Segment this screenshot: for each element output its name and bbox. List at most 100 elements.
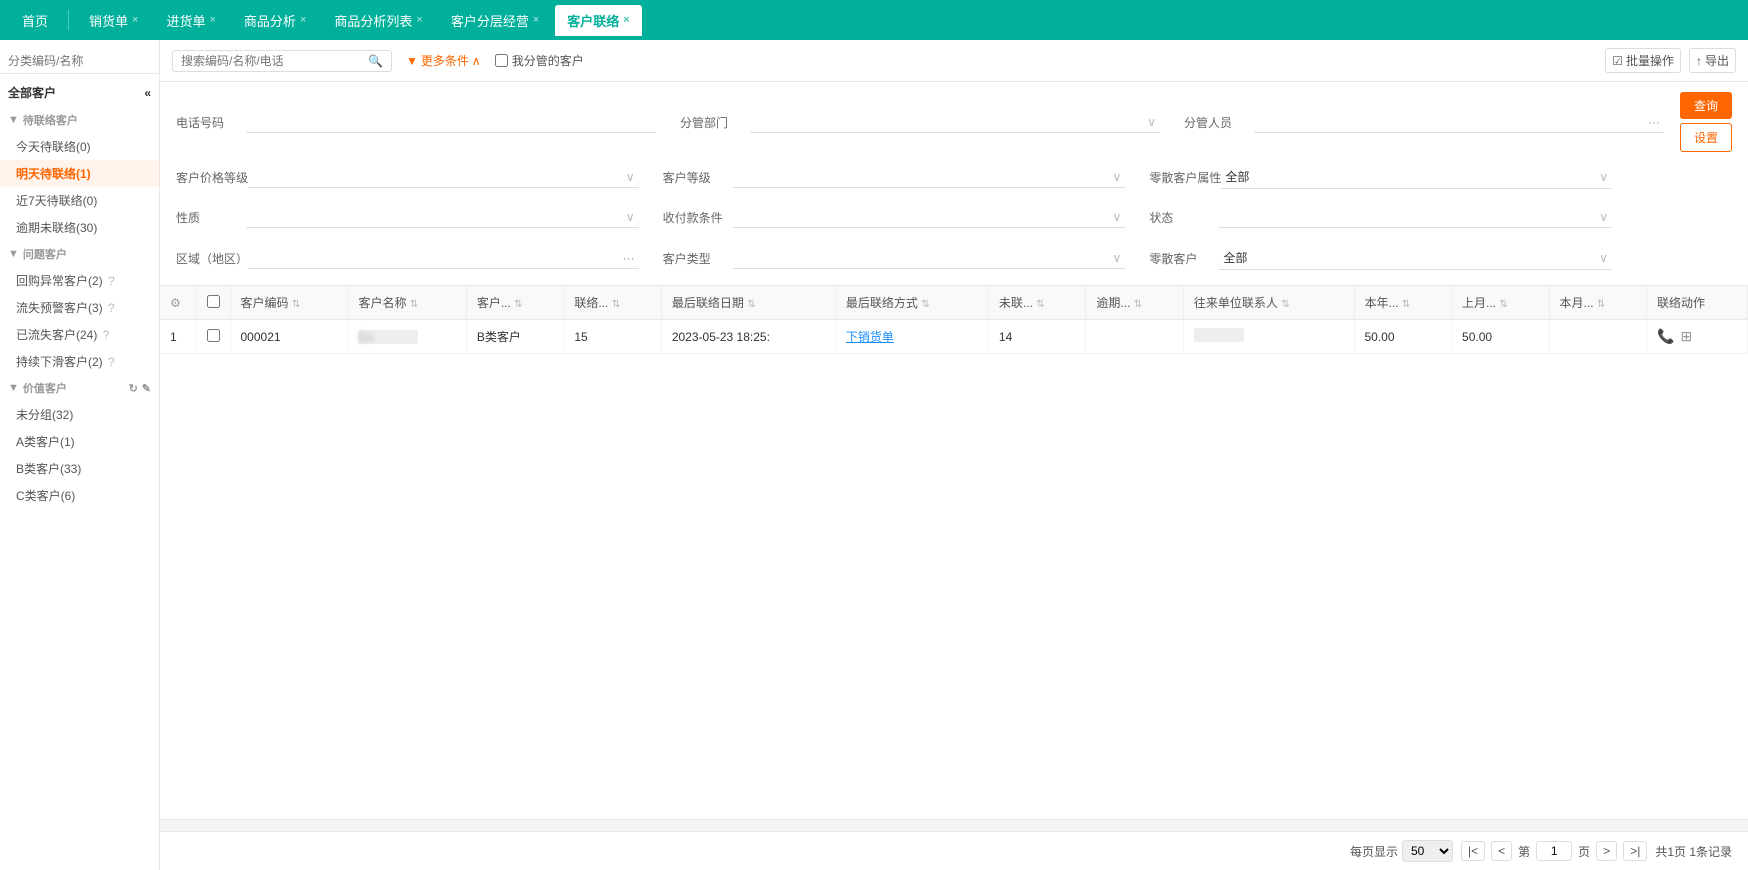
filter-nature-select[interactable]: ∨ [246, 207, 639, 228]
sidebar-search-input[interactable] [8, 54, 160, 68]
export-button[interactable]: ↑ 导出 [1689, 48, 1736, 73]
settings-gear-icon[interactable]: ⚙ [170, 296, 181, 310]
filter-label-phone: 电话号码 [176, 114, 246, 131]
th-unit-contact[interactable]: 往来单位联系人 ⇅ [1183, 286, 1354, 320]
nav-close-product-list[interactable]: × [416, 14, 422, 26]
filter-row-1: 电话号码 分管部门 ∨ 分管人员 ··· [176, 92, 1732, 152]
nav-close-sales[interactable]: × [132, 14, 138, 26]
next-page-button[interactable]: > [1596, 841, 1617, 861]
filter-payment-select[interactable]: ∨ [733, 207, 1126, 228]
nav-close-purchase[interactable]: × [209, 14, 215, 26]
sort-icon12: ⇅ [1597, 299, 1605, 310]
data-table-container: ⚙ 客户编码 ⇅ 客户名称 ⇅ [160, 286, 1748, 819]
sidebar-all-customers[interactable]: 全部客户 « [0, 78, 159, 107]
sidebar-item-overdue[interactable]: 逾期未联络(30) [0, 214, 159, 241]
row-checkbox[interactable] [207, 329, 220, 342]
batch-op-button[interactable]: ☑ 批量操作 [1605, 48, 1681, 73]
setting-button[interactable]: 设置 [1680, 123, 1732, 152]
sidebar-item-7days[interactable]: 近7天待联络(0) [0, 187, 159, 214]
th-not-contact[interactable]: 未联... ⇅ [988, 286, 1086, 320]
th-name[interactable]: 客户名称 ⇅ [348, 286, 466, 320]
main-search-input[interactable] [181, 54, 364, 68]
sidebar-group-value: ▼ 价值客户 ↻ ✎ [0, 375, 159, 401]
sidebar-item-class-a[interactable]: A类客户(1) [0, 428, 159, 455]
filter-label-scatter-attr: 零散客户属性 [1149, 169, 1221, 186]
filter-row-4: 区域（地区） ··· 客户类型 ∨ 零散客户 [176, 241, 1732, 275]
sidebar-item-ungrouped[interactable]: 未分组(32) [0, 401, 159, 428]
filter-scatter-attr-select[interactable]: 全部 ∨ [1221, 165, 1612, 189]
collapse-icon[interactable]: « [144, 86, 151, 100]
sidebar-item-class-b[interactable]: B类客户(33) [0, 455, 159, 482]
page-number-input[interactable] [1536, 841, 1572, 861]
contact-method-link[interactable]: 下销货单 [846, 330, 894, 344]
first-page-button[interactable]: |< [1461, 841, 1485, 861]
nav-separator [68, 10, 69, 30]
nav-tab-product-analysis[interactable]: 商品分析 × [232, 5, 318, 36]
th-code[interactable]: 客户编码 ⇅ [230, 286, 348, 320]
th-type[interactable]: 客户... ⇅ [466, 286, 564, 320]
th-this-year[interactable]: 本年... ⇅ [1354, 286, 1452, 320]
prev-page-button[interactable]: < [1491, 841, 1512, 861]
filter-phone-input[interactable] [246, 112, 656, 133]
nav-tab-customer-layered[interactable]: 客户分层经营 × [439, 5, 551, 36]
nav-tab-customer-contact[interactable]: 客户联络 × [555, 5, 641, 36]
filter-label-region: 区域（地区） [176, 250, 248, 267]
filter-customer-grade-select[interactable]: ∨ [733, 167, 1126, 188]
sort-icon4: ⇅ [612, 299, 620, 310]
filter-price-grade-select[interactable]: ∨ [248, 167, 639, 188]
sort-icon5: ⇅ [747, 299, 755, 310]
nav-tab-sales[interactable]: 销货单 × [77, 5, 150, 36]
cell-contact: 15 [564, 320, 662, 354]
filter-label-person: 分管人员 [1184, 114, 1254, 131]
sidebar-group-problem: ▼ 问题客户 [0, 241, 159, 267]
filter-label-scatter: 零散客户 [1149, 250, 1219, 267]
filter-dept-select[interactable]: ∨ [750, 112, 1160, 133]
nav-tab-product-analysis-list[interactable]: 商品分析列表 × [322, 5, 434, 36]
th-last-contact-method[interactable]: 最后联络方式 ⇅ [835, 286, 988, 320]
more-filter-button[interactable]: ▼ 更多条件 ∧ [400, 49, 487, 72]
th-this-month[interactable]: 本月... ⇅ [1549, 286, 1647, 320]
ellipsis-icon2[interactable]: ··· [623, 251, 635, 265]
th-last-month[interactable]: 上月... ⇅ [1452, 286, 1550, 320]
nav-close-customer-contact[interactable]: × [623, 14, 629, 26]
my-customer-checkbox[interactable] [495, 54, 508, 67]
ellipsis-icon[interactable]: ··· [1648, 115, 1660, 129]
sidebar-item-today[interactable]: 今天待联络(0) [0, 133, 159, 160]
cell-last-date: 2023-05-23 18:25: [661, 320, 835, 354]
chevron-down-icon2: ∨ [626, 170, 635, 184]
sidebar-item-continuous-decline[interactable]: 持续下滑客户(2) ? [0, 348, 159, 375]
filter-status-select[interactable]: ∨ [1219, 207, 1612, 228]
refresh-icon[interactable]: ↻ [129, 382, 138, 395]
checkbox-icon: ☑ [1612, 54, 1623, 68]
main-layout: 🔍 全部客户 « ▼ 待联络客户 今天待联络(0) 明天待联络(1) 近7天待联… [0, 40, 1748, 870]
nav-home[interactable]: 首页 [10, 5, 60, 36]
select-all-checkbox[interactable] [207, 295, 220, 308]
h-scrollbar[interactable] [160, 819, 1748, 831]
th-overdue[interactable]: 逾期... ⇅ [1086, 286, 1184, 320]
sidebar-item-churn-warning[interactable]: 流失预警客户(3) ? [0, 294, 159, 321]
search-icon[interactable]: 🔍 [368, 54, 383, 68]
sidebar-item-class-c[interactable]: C类客户(6) [0, 482, 159, 509]
sidebar-item-churned[interactable]: 已流失客户(24) ? [0, 321, 159, 348]
query-button[interactable]: 查询 [1680, 92, 1732, 119]
nav-close-product-analysis[interactable]: × [300, 14, 306, 26]
th-last-contact-date[interactable]: 最后联络日期 ⇅ [661, 286, 835, 320]
sidebar-item-tomorrow[interactable]: 明天待联络(1) [0, 160, 159, 187]
sidebar-item-abnormal-repurchase[interactable]: 回购异常客户(2) ? [0, 267, 159, 294]
filter-scatter-select[interactable]: 全部 ∨ [1219, 246, 1612, 270]
my-customer-checkbox-label[interactable]: 我分管的客户 [495, 52, 584, 69]
toolbar-right: ☑ 批量操作 ↑ 导出 [1605, 48, 1736, 73]
customer-name-blurred: Ea [358, 330, 418, 344]
last-page-button[interactable]: >| [1623, 841, 1647, 861]
edit-icon[interactable]: ✎ [142, 382, 151, 395]
nav-close-customer-layered[interactable]: × [533, 14, 539, 26]
nav-tab-purchase[interactable]: 进货单 × [154, 5, 227, 36]
chevron-down-icon3: ∨ [1113, 170, 1122, 184]
filter-customer-type-select[interactable]: ∨ [733, 248, 1126, 269]
th-contact[interactable]: 联络... ⇅ [564, 286, 662, 320]
sort-icon7: ⇅ [1036, 299, 1044, 310]
phone-icon[interactable]: 📞 [1657, 328, 1674, 345]
page-size-select[interactable]: 10 20 50 100 [1402, 840, 1453, 862]
filter-label-status: 状态 [1149, 209, 1219, 226]
qrcode-icon[interactable]: ⊞ [1680, 328, 1692, 345]
